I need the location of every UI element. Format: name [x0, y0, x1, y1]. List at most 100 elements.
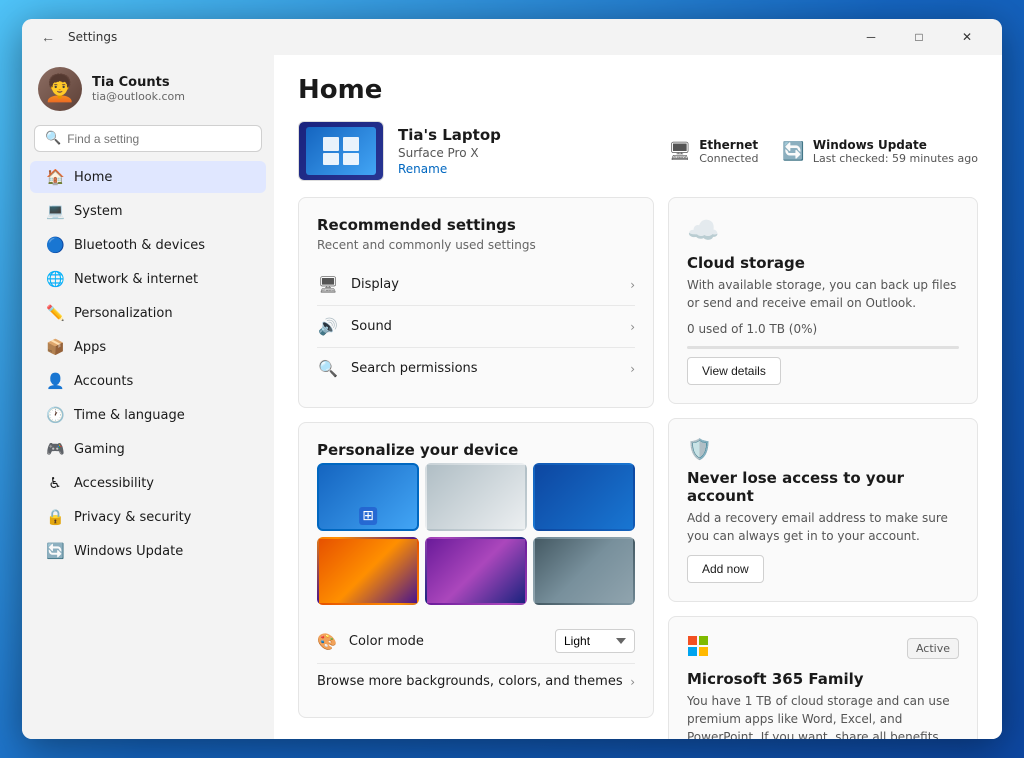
ms365-icon [687, 635, 709, 657]
user-section: 🧑‍🦱 Tia Counts tia@outlook.com [22, 55, 274, 121]
sidebar-item-accessibility[interactable]: ♿ Accessibility [30, 467, 266, 499]
ethernet-status: 🖥 Ethernet Connected [668, 138, 758, 165]
sidebar-item-label: System [74, 204, 122, 219]
sidebar-item-apps[interactable]: 📦 Apps [30, 331, 266, 363]
color-mode-select[interactable]: Light Dark Custom [555, 629, 635, 653]
chevron-icon: › [630, 362, 635, 376]
view-details-button[interactable]: View details [687, 357, 781, 385]
browse-label: Browse more backgrounds, colors, and the… [317, 674, 630, 689]
device-thumb-inner [306, 127, 376, 175]
sidebar-item-label: Privacy & security [74, 510, 191, 525]
sidebar-item-privacy[interactable]: 🔒 Privacy & security [30, 501, 266, 533]
sidebar-item-personalization[interactable]: ✏️ Personalization [30, 297, 266, 329]
avatar-image: 🧑‍🦱 [44, 76, 76, 102]
sidebar-item-label: Network & internet [74, 272, 198, 287]
update-icon: 🔄 [46, 542, 64, 560]
wallpaper-3[interactable] [533, 463, 635, 531]
update-label: Windows Update [813, 138, 978, 152]
user-email: tia@outlook.com [92, 90, 185, 103]
close-button[interactable]: ✕ [944, 21, 990, 53]
active-badge: Active [907, 638, 959, 659]
main-content: Home Tia's Laptop Surface Pro [274, 55, 1002, 739]
setting-label: Sound [351, 319, 630, 334]
right-panel: ☁️ Cloud storage With available storage,… [668, 197, 978, 739]
page-title: Home [298, 75, 978, 105]
sidebar-item-update[interactable]: 🔄 Windows Update [30, 535, 266, 567]
system-icon: 💻 [46, 202, 64, 220]
sidebar-item-accounts[interactable]: 👤 Accounts [30, 365, 266, 397]
avatar[interactable]: 🧑‍🦱 [38, 67, 82, 111]
cloud-title: Cloud storage [687, 254, 959, 272]
sound-icon: 🔊 [317, 317, 339, 336]
sidebar-item-label: Time & language [74, 408, 185, 423]
wallpaper-2[interactable] [425, 463, 527, 531]
update-info: Windows Update Last checked: 59 minutes … [813, 138, 978, 165]
sidebar-item-time[interactable]: 🕐 Time & language [30, 399, 266, 431]
account-security-title: Never lose access to your account [687, 469, 959, 505]
ethernet-info: Ethernet Connected [699, 138, 758, 165]
sidebar-item-label: Windows Update [74, 544, 183, 559]
ms365-title: Microsoft 365 Family [687, 670, 959, 688]
sidebar-item-network[interactable]: 🌐 Network & internet [30, 263, 266, 295]
wallpaper-4[interactable] [317, 537, 419, 605]
user-info: Tia Counts tia@outlook.com [92, 75, 185, 103]
back-button[interactable]: ← [34, 23, 62, 51]
shield-icon: 🛡️ [687, 437, 959, 461]
color-mode-icon: 🎨 [317, 632, 337, 651]
wallpaper-1[interactable] [317, 463, 419, 531]
recommended-card: Recommended settings Recent and commonly… [298, 197, 654, 408]
search-input[interactable] [67, 132, 251, 146]
storage-text: 0 used of 1.0 TB (0%) [687, 322, 959, 336]
browse-row[interactable]: Browse more backgrounds, colors, and the… [317, 664, 635, 699]
chevron-icon: › [630, 320, 635, 334]
setting-row-search[interactable]: 🔍 Search permissions › [317, 348, 635, 389]
sidebar-item-system[interactable]: 💻 System [30, 195, 266, 227]
windows-logo [321, 135, 361, 167]
account-security-desc: Add a recovery email address to make sur… [687, 509, 959, 545]
ethernet-icon: 🖥 [668, 141, 691, 162]
search-perm-icon: 🔍 [317, 359, 339, 378]
minimize-button[interactable]: ─ [848, 21, 894, 53]
settings-window: ← Settings ─ □ ✕ 🧑‍🦱 Tia Counts tia@outl… [22, 19, 1002, 739]
chevron-icon: › [630, 278, 635, 292]
network-icon: 🌐 [46, 270, 64, 288]
personalize-card: Personalize your device 🎨 Color mode [298, 422, 654, 718]
rename-link[interactable]: Rename [398, 162, 501, 176]
device-info: Tia's Laptop Surface Pro X Rename [398, 126, 501, 176]
personalize-title: Personalize your device [317, 441, 635, 459]
add-now-button[interactable]: Add now [687, 555, 764, 583]
display-icon: 🖥 [317, 275, 339, 294]
update-sub: Last checked: 59 minutes ago [813, 152, 978, 165]
cards-row: Recommended settings Recent and commonly… [298, 197, 978, 739]
maximize-button[interactable]: □ [896, 21, 942, 53]
device-name: Tia's Laptop [398, 126, 501, 144]
sidebar-item-label: Apps [74, 340, 106, 355]
user-name: Tia Counts [92, 75, 185, 90]
recommended-title: Recommended settings [317, 216, 635, 234]
setting-row-sound[interactable]: 🔊 Sound › [317, 306, 635, 348]
personalization-icon: ✏️ [46, 304, 64, 322]
wallpaper-5[interactable] [425, 537, 527, 605]
update-status-icon: 🔄 [782, 141, 804, 162]
left-panel: Recommended settings Recent and commonly… [298, 197, 654, 739]
setting-row-display[interactable]: 🖥 Display › [317, 264, 635, 306]
accessibility-icon: ♿ [46, 474, 64, 492]
color-mode-row: 🎨 Color mode Light Dark Custom [317, 619, 635, 664]
device-model: Surface Pro X [398, 146, 501, 160]
content-area: 🧑‍🦱 Tia Counts tia@outlook.com 🔍 🏠 Home … [22, 55, 1002, 739]
window-title: Settings [68, 30, 117, 44]
sidebar-item-label: Personalization [74, 306, 173, 321]
wallpaper-6[interactable] [533, 537, 635, 605]
search-icon: 🔍 [45, 131, 61, 146]
chevron-icon: › [630, 675, 635, 689]
sidebar-item-gaming[interactable]: 🎮 Gaming [30, 433, 266, 465]
device-thumbnail [298, 121, 384, 181]
gaming-icon: 🎮 [46, 440, 64, 458]
sidebar-item-label: Accounts [74, 374, 133, 389]
window-controls: ─ □ ✕ [848, 21, 990, 53]
search-box[interactable]: 🔍 [34, 125, 262, 152]
sidebar-item-bluetooth[interactable]: 🔵 Bluetooth & devices [30, 229, 266, 261]
sidebar-item-home[interactable]: 🏠 Home [30, 161, 266, 193]
sidebar: 🧑‍🦱 Tia Counts tia@outlook.com 🔍 🏠 Home … [22, 55, 274, 739]
setting-label: Search permissions [351, 361, 630, 376]
